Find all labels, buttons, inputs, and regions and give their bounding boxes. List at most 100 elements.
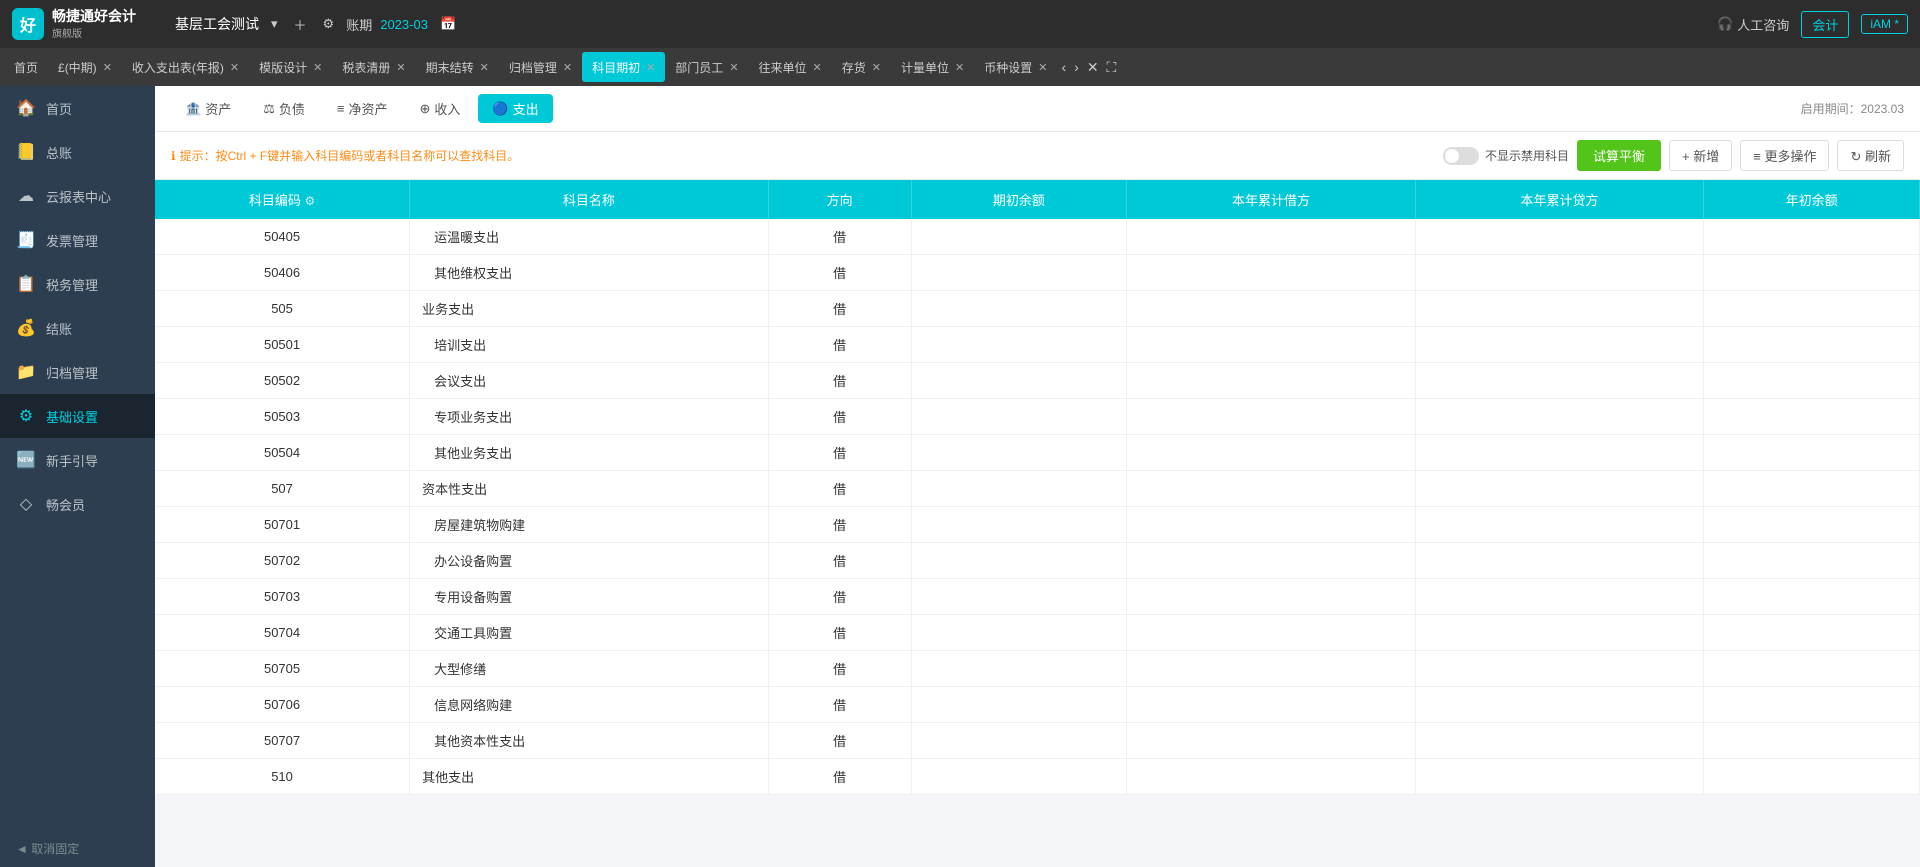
table-row[interactable]: 505 业务支出 借 <box>155 291 1920 327</box>
tab-subject-init[interactable]: 科目期初 ✕ <box>582 52 665 82</box>
tab-close-income[interactable]: ✕ <box>230 61 239 74</box>
tab-close-currency[interactable]: ✕ <box>1038 61 1047 74</box>
tab-expand-button[interactable]: ⛶ <box>1103 57 1121 78</box>
cell-year-opening <box>1704 327 1920 363</box>
table-row[interactable]: 50503 专项业务支出 借 <box>155 399 1920 435</box>
cell-code: 505 <box>155 291 410 327</box>
tab-close-department[interactable]: ✕ <box>729 61 738 74</box>
table-row[interactable]: 50703 专用设备购置 借 <box>155 579 1920 615</box>
sidebar-item-archive[interactable]: 📁 归档管理 <box>0 350 155 394</box>
table-row[interactable]: 50406 其他维权支出 借 <box>155 255 1920 291</box>
cell-direction: 借 <box>768 435 911 471</box>
cell-direction: 借 <box>768 651 911 687</box>
refresh-button[interactable]: ↻ 刷新 <box>1837 140 1904 171</box>
table-row[interactable]: 507 资本性支出 借 <box>155 471 1920 507</box>
tab-close-inventory[interactable]: ✕ <box>872 61 881 74</box>
add-company-button[interactable]: ＋ <box>290 13 311 36</box>
tab-income[interactable]: 收入支出表(年报) ✕ <box>122 52 249 82</box>
cell-opening-balance <box>911 579 1127 615</box>
sidebar-collapse-button[interactable]: ◄ 取消固定 <box>0 830 155 867</box>
cell-ytd-debit <box>1127 291 1416 327</box>
cell-name: 运温暖支出 <box>410 219 769 255</box>
toolbar-hint: ℹ 提示：按Ctrl + F键并输入科目编码或者科目名称可以查找科目。 <box>171 147 519 164</box>
tab-close-interim[interactable]: ✕ <box>103 61 112 74</box>
cell-code: 50701 <box>155 507 410 543</box>
toolbar-right: 不显示禁用科目 试算平衡 + 新增 ≡ 更多操作 ↻ 刷新 <box>1443 140 1904 171</box>
tab-close-period-end[interactable]: ✕ <box>480 61 489 74</box>
sub-tab-income[interactable]: ⊕ 收入 <box>405 94 474 123</box>
sidebar-item-member[interactable]: ◇ 畅会员 <box>0 482 155 526</box>
tab-counterparty[interactable]: 往来单位 ✕ <box>749 52 832 82</box>
company-dropdown-button[interactable]: ▾ <box>267 14 282 34</box>
period-label: 账期 <box>346 15 372 34</box>
sub-tab-net-asset[interactable]: ≡ 净资产 <box>323 94 402 123</box>
cell-ytd-credit <box>1415 543 1704 579</box>
balance-button[interactable]: 试算平衡 <box>1577 140 1661 171</box>
tab-next-button[interactable]: › <box>1070 57 1083 77</box>
tab-close-unit[interactable]: ✕ <box>955 61 964 74</box>
settings-button[interactable]: ⚙ <box>319 14 339 34</box>
cell-code: 50406 <box>155 255 410 291</box>
tab-prev-button[interactable]: ‹ <box>1057 57 1070 77</box>
net-asset-icon: ≡ <box>337 101 345 116</box>
table-row[interactable]: 50707 其他资本性支出 借 <box>155 723 1920 759</box>
table-row[interactable]: 50706 信息网络购建 借 <box>155 687 1920 723</box>
column-settings-icon[interactable]: ⚙ <box>304 194 315 208</box>
sub-tab-expense[interactable]: 🔵 支出 <box>478 94 552 123</box>
table-row[interactable]: 50405 运温暖支出 借 <box>155 219 1920 255</box>
tab-close-archive[interactable]: ✕ <box>563 61 572 74</box>
tab-department[interactable]: 部门员工 ✕ <box>665 52 748 82</box>
cell-direction: 借 <box>768 291 911 327</box>
more-button[interactable]: ≡ 更多操作 <box>1740 140 1829 171</box>
cell-ytd-debit <box>1127 723 1416 759</box>
sub-tab-bar: 🏦 资产 ⚖ 负债 ≡ 净资产 ⊕ 收入 🔵 支出 启用期间：2023.03 <box>155 86 1920 132</box>
calendar-icon[interactable]: 📅 <box>436 14 460 34</box>
tab-currency[interactable]: 币种设置 ✕ <box>974 52 1057 82</box>
sidebar-item-invoice[interactable]: 🧾 发票管理 <box>0 218 155 262</box>
table-row[interactable]: 510 其他支出 借 <box>155 759 1920 795</box>
table-row[interactable]: 50702 办公设备购置 借 <box>155 543 1920 579</box>
sidebar-item-checkout[interactable]: 💰 结账 <box>0 306 155 350</box>
kuaiji-button[interactable]: 会计 <box>1801 11 1849 38</box>
sidebar-item-tax[interactable]: 📋 税务管理 <box>0 262 155 306</box>
sidebar-item-ledger[interactable]: 📒 总账 <box>0 130 155 174</box>
cell-opening-balance <box>911 615 1127 651</box>
tax-icon: 📋 <box>16 274 36 294</box>
sidebar-item-home[interactable]: 🏠 首页 <box>0 86 155 130</box>
table-row[interactable]: 50501 培训支出 借 <box>155 327 1920 363</box>
toolbar: ℹ 提示：按Ctrl + F键并输入科目编码或者科目名称可以查找科目。 不显示禁… <box>155 132 1920 180</box>
tab-taxform[interactable]: 税表清册 ✕ <box>332 52 415 82</box>
tab-close-counterparty[interactable]: ✕ <box>813 61 822 74</box>
tab-home[interactable]: 首页 <box>4 52 48 82</box>
tab-inventory[interactable]: 存货 ✕ <box>832 52 891 82</box>
table-row[interactable]: 50502 会议支出 借 <box>155 363 1920 399</box>
tab-unit[interactable]: 计量单位 ✕ <box>891 52 974 82</box>
table-row[interactable]: 50705 大型修缮 借 <box>155 651 1920 687</box>
col-ytd-credit: 本年累计贷方 <box>1415 180 1704 219</box>
tab-close-all-button[interactable]: ✕ <box>1083 57 1103 78</box>
tab-template[interactable]: 模版设计 ✕ <box>249 52 332 82</box>
tab-close-taxform[interactable]: ✕ <box>396 61 405 74</box>
liability-icon: ⚖ <box>263 101 275 117</box>
cell-ytd-credit <box>1415 687 1704 723</box>
sidebar-item-cloud-report[interactable]: ☁ 云报表中心 <box>0 174 155 218</box>
tab-period-end[interactable]: 期末结转 ✕ <box>416 52 499 82</box>
table-row[interactable]: 50504 其他业务支出 借 <box>155 435 1920 471</box>
table-row[interactable]: 50704 交通工具购置 借 <box>155 615 1920 651</box>
sub-tab-asset[interactable]: 🏦 资产 <box>171 94 245 123</box>
toggle-switch[interactable] <box>1443 147 1479 165</box>
tab-interim[interactable]: £(中期) ✕ <box>48 52 122 82</box>
cell-code: 507 <box>155 471 410 507</box>
col-code: 科目编码 ⚙ <box>155 180 410 219</box>
cell-name: 大型修缮 <box>410 651 769 687</box>
ai-consult-button[interactable]: 🎧 人工咨询 <box>1717 15 1789 34</box>
add-button[interactable]: + 新增 <box>1669 140 1732 171</box>
tab-archive[interactable]: 归档管理 ✕ <box>499 52 582 82</box>
tab-close-template[interactable]: ✕ <box>313 61 322 74</box>
sub-tab-liability[interactable]: ⚖ 负债 <box>249 94 319 123</box>
tab-close-subject-init[interactable]: ✕ <box>646 61 655 74</box>
sidebar-item-basic-settings[interactable]: ⚙ 基础设置 <box>0 394 155 438</box>
table-row[interactable]: 50701 房屋建筑物购建 借 <box>155 507 1920 543</box>
col-direction: 方向 <box>768 180 911 219</box>
sidebar-item-guide[interactable]: 🆕 新手引导 <box>0 438 155 482</box>
